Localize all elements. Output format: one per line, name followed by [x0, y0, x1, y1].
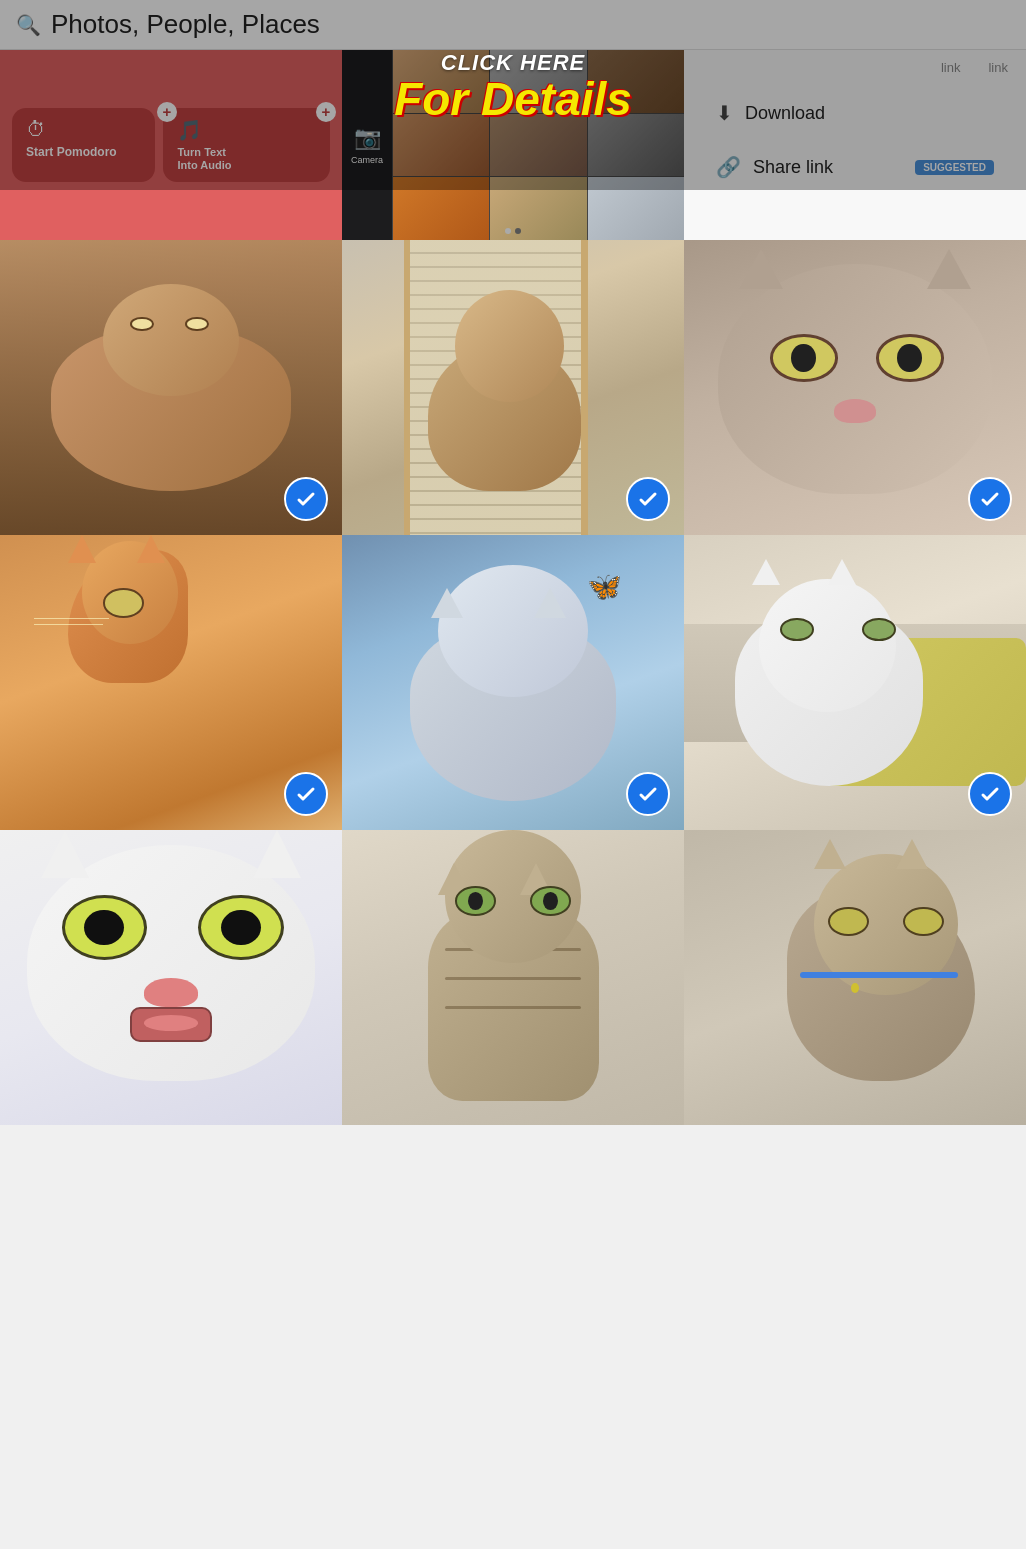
white-cat-head: [759, 579, 896, 712]
white-cat-eye-r: [862, 618, 896, 642]
check-badge-1[interactable]: [284, 477, 328, 521]
blue-cat-head: [438, 565, 588, 698]
mini-photo-4[interactable]: [393, 114, 489, 177]
pomodoro-add-badge: +: [157, 102, 177, 122]
turn-text-label: Turn TextInto Audio: [177, 146, 316, 172]
surprised-ear-l: [41, 830, 89, 878]
share-icon: 🔗: [716, 155, 741, 179]
cat-head-shape: [103, 284, 240, 396]
blue-cat-ear-l: [431, 588, 463, 618]
check-badge-3[interactable]: [968, 477, 1012, 521]
mini-photo-9[interactable]: [588, 177, 684, 240]
cat-photo-white-couch[interactable]: [684, 535, 1026, 830]
search-icon: 🔍: [16, 13, 41, 37]
download-icon: ⬇: [716, 101, 733, 125]
progress-dots: [505, 228, 521, 234]
mini-photo-2[interactable]: [490, 50, 586, 113]
timer-icon: ⏱: [26, 118, 141, 141]
orange-cat-ear-r: [137, 535, 165, 563]
camera-icon: 📷: [354, 125, 381, 151]
blue-cat-ear-r: [534, 588, 566, 618]
collar-ear-r: [896, 839, 928, 869]
white-cat-eye-l: [780, 618, 814, 642]
cat-photo-blue-butterfly[interactable]: 🦋: [342, 535, 684, 830]
cat-photo-orange-kitten[interactable]: [0, 240, 342, 535]
cat-surprised-bg: [0, 830, 342, 1125]
butterfly-emoji: 🦋: [587, 570, 622, 603]
white-cat-ear-r: [828, 559, 856, 585]
surprised-eye-l: [62, 895, 148, 960]
cat-ear-left: [739, 249, 783, 289]
surprised-cat-face: [27, 845, 314, 1081]
share-link-button[interactable]: 🔗 Share link SUGGESTED: [694, 141, 1016, 193]
link-bar: link link: [684, 50, 1026, 85]
check-badge-4[interactable]: [284, 772, 328, 816]
window-frame-left: [404, 240, 411, 535]
mini-photo-grid: [393, 50, 684, 240]
cat-tabby-bg: [342, 830, 684, 1125]
cat-photo-window[interactable]: [342, 240, 684, 535]
turn-text-button[interactable]: 🎵 Turn TextInto Audio +: [163, 108, 330, 182]
surprised-mouth: [130, 1007, 212, 1042]
download-button[interactable]: ⬇ Download: [694, 87, 1016, 139]
mini-photo-6[interactable]: [588, 114, 684, 177]
share-label: Share link: [753, 157, 833, 178]
cat-eye-right: [185, 317, 209, 332]
tabby-eye-l: [455, 886, 496, 916]
app-shortcuts-cell: ⏱ Start Pomodoro + 🎵 Turn TextInto Audio…: [0, 50, 342, 240]
camera-cell[interactable]: 📷 Camera: [342, 50, 392, 240]
cat-photo-tabby[interactable]: [342, 830, 684, 1125]
mini-photo-1[interactable]: [393, 50, 489, 113]
mini-photo-3[interactable]: [588, 50, 684, 113]
cat-photo-orange-profile[interactable]: [0, 535, 342, 830]
cat-ear-right: [927, 249, 971, 289]
window-frame-right: [581, 240, 588, 535]
dot-2: [515, 228, 521, 234]
cat-window-head: [455, 290, 564, 402]
surprised-eye-r: [198, 895, 284, 960]
dot-1: [505, 228, 511, 234]
cat-nose: [834, 399, 875, 423]
check-badge-2[interactable]: [626, 477, 670, 521]
photo-collage-cell: 📷 Camera: [342, 50, 684, 240]
check-badge-5[interactable]: [626, 772, 670, 816]
cat-eye-r: [876, 334, 944, 381]
cat-face-large: [718, 264, 992, 494]
collar-eye-r: [903, 907, 944, 937]
whisker-1: [34, 618, 109, 619]
surprised-ear-r: [253, 830, 301, 878]
main-grid: ⏱ Start Pomodoro + 🎵 Turn TextInto Audio…: [0, 50, 1026, 1125]
cat-photo-collar[interactable]: [684, 830, 1026, 1125]
whisker-2: [34, 624, 102, 625]
link-text-2: link: [988, 60, 1008, 75]
tabby-eye-r: [530, 886, 571, 916]
search-placeholder: Photos, People, Places: [51, 9, 320, 40]
cat-photo-surprised[interactable]: [0, 830, 342, 1125]
white-cat-ear-l: [752, 559, 780, 585]
audio-icon: 🎵: [177, 118, 316, 142]
orange-cat-eye: [103, 588, 144, 618]
pomodoro-label: Start Pomodoro: [26, 145, 141, 159]
surprised-nose: [144, 978, 199, 1008]
cat-collar-bg: [684, 830, 1026, 1125]
collar-ear-l: [814, 839, 846, 869]
mini-photo-7[interactable]: [393, 177, 489, 240]
collar-tag: [851, 983, 859, 993]
camera-label: Camera: [351, 155, 383, 165]
mini-photo-5[interactable]: [490, 114, 586, 177]
search-bar[interactable]: 🔍 Photos, People, Places: [0, 0, 1026, 50]
check-badge-6[interactable]: [968, 772, 1012, 816]
link-text-1: link: [941, 60, 961, 75]
turn-text-add-badge: +: [316, 102, 336, 122]
cat-photo-closeup[interactable]: [684, 240, 1026, 535]
suggested-badge: SUGGESTED: [915, 160, 994, 175]
download-panel-cell: link link ⬇ Download 🔗 Share link SUGGES…: [684, 50, 1026, 240]
cat-collar: [800, 972, 957, 978]
collar-eye-l: [828, 907, 869, 937]
cat-eye-l: [770, 334, 838, 381]
download-label: Download: [745, 103, 825, 124]
orange-cat-ear-l: [68, 535, 96, 563]
pomodoro-button[interactable]: ⏱ Start Pomodoro: [12, 108, 155, 182]
